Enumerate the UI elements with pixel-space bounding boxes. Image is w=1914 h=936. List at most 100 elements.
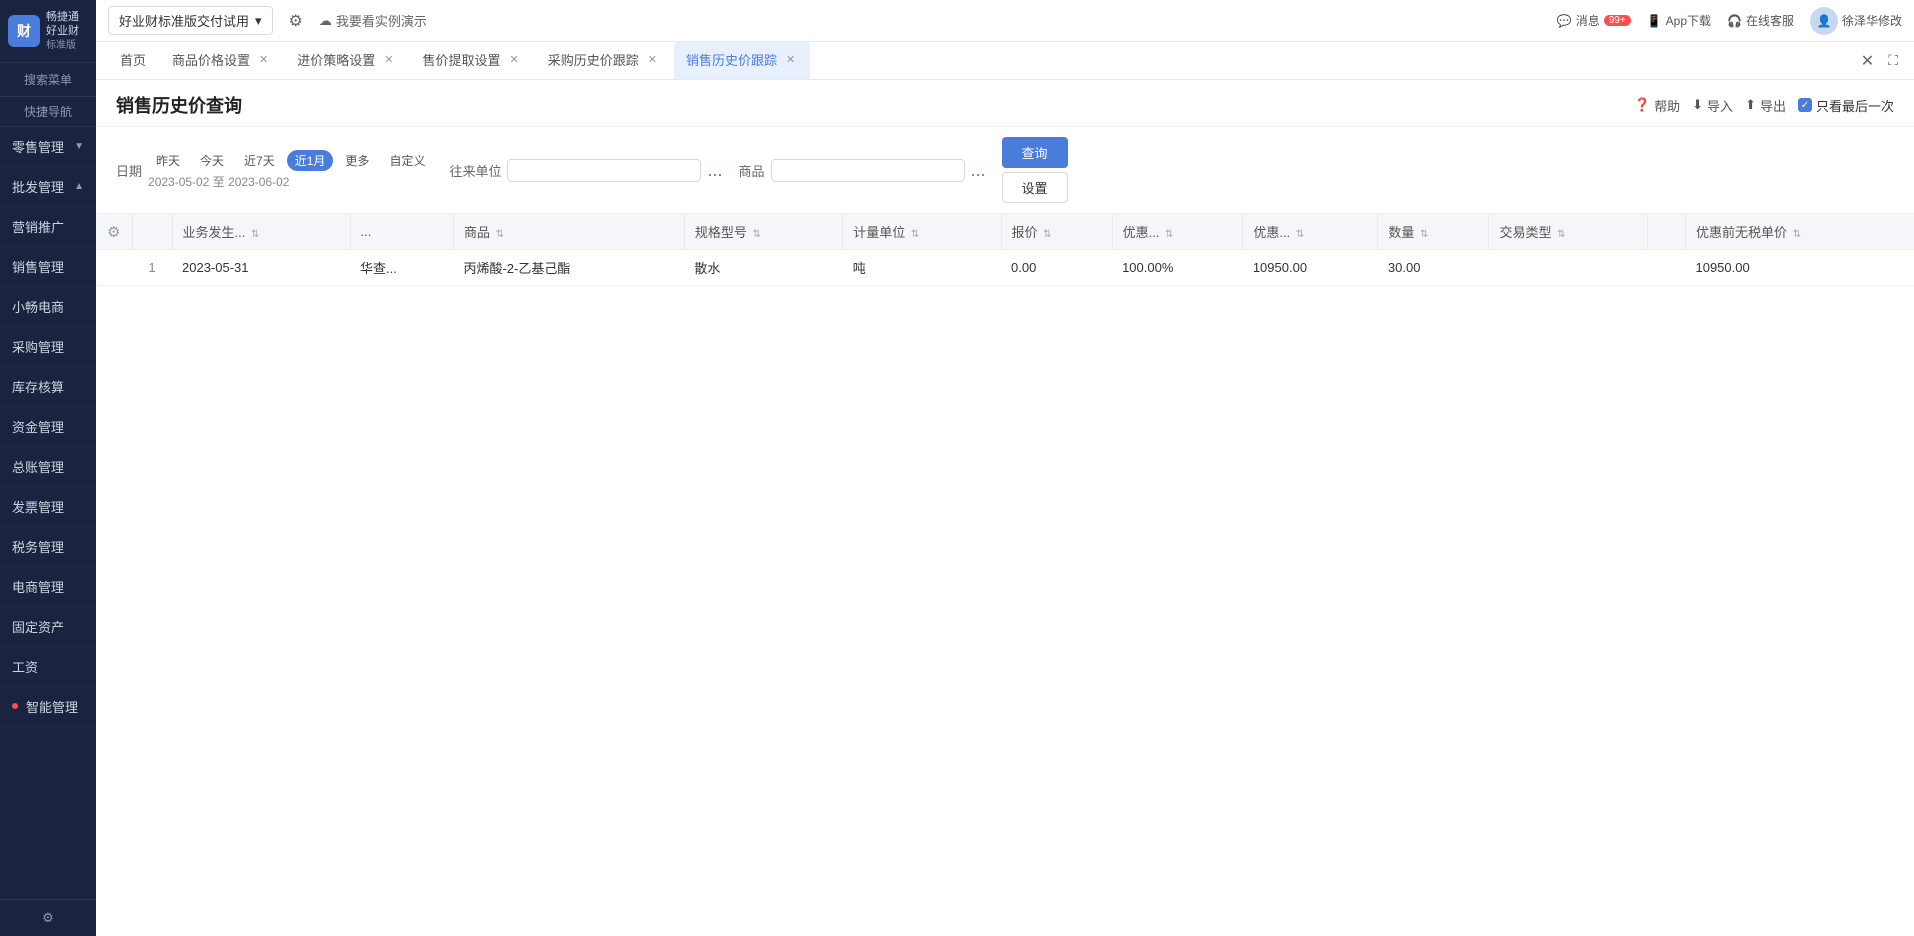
export-button[interactable]: ⬆ 导出 [1745, 96, 1786, 115]
col-more: ... [350, 214, 453, 250]
col-spec: 规格型号 ⇅ [684, 214, 842, 250]
sort-icon-product[interactable]: ⇅ [496, 229, 504, 240]
tab-price-settings[interactable]: 商品价格设置 ✕ [160, 42, 283, 80]
sidebar-item-smart[interactable]: 智能管理 [0, 687, 96, 727]
last-only-checkbox-label[interactable]: ✓ 只看最后一次 [1798, 96, 1894, 115]
product-input[interactable] [780, 163, 956, 178]
table-header-row: ⚙ 业务发生... ⇅ ... 商品 ⇅ [96, 214, 1914, 250]
col-gear: ⚙ [96, 214, 132, 250]
sidebar-item-invoice[interactable]: 发票管理 [0, 487, 96, 527]
date-opt-last1m[interactable]: 近1月 [287, 150, 334, 171]
message-button[interactable]: 💬 消息 99+ [1557, 12, 1631, 29]
table-settings-icon[interactable]: ⚙ [107, 224, 120, 241]
customer-more-button[interactable]: ... [707, 161, 722, 179]
product-input-wrap [771, 159, 965, 182]
chevron-up-icon: ▲ [74, 181, 84, 192]
row-product: 丙烯酸-2-乙基己酯 [453, 250, 684, 286]
tab-close-sales-history[interactable]: ✕ [783, 52, 798, 67]
tab-close-purchase-strategy[interactable]: ✕ [381, 52, 396, 67]
sidebar-logo: 财 畅捷通好业财 标准版 [0, 0, 96, 63]
version-selector[interactable]: 好业财标准版交付试用 ▾ [108, 6, 273, 35]
demo-link[interactable]: ☁ 我要看实例演示 [319, 11, 427, 30]
page-header: 销售历史价查询 ❓ 帮助 ⬇ 导入 ⬆ 导出 ✓ 只看最后一次 [96, 80, 1914, 127]
sidebar-item-ecommerce[interactable]: 电商管理 [0, 567, 96, 607]
data-table: ⚙ 业务发生... ⇅ ... 商品 ⇅ [96, 214, 1914, 286]
date-opt-today[interactable]: 今天 [192, 150, 232, 171]
sidebar-item-inventory[interactable]: 库存核算 [0, 367, 96, 407]
product-more-button[interactable]: ... [971, 161, 986, 179]
date-opt-last7[interactable]: 近7天 [236, 150, 283, 171]
row-quantity: 30.00 [1378, 250, 1489, 286]
sidebar-item-payroll[interactable]: 工资 [0, 647, 96, 687]
row-spec: 散水 [684, 250, 842, 286]
message-icon: 💬 [1557, 14, 1572, 28]
tab-close-price-settings[interactable]: ✕ [256, 52, 271, 67]
sort-icon-biz-date[interactable]: ⇅ [251, 229, 259, 240]
product-filter-group: 商品 ... [738, 159, 985, 182]
customer-filter-group: 往来单位 ... [449, 159, 722, 182]
row-gear [96, 250, 132, 286]
sidebar-item-tax[interactable]: 税务管理 [0, 527, 96, 567]
product-filter-label: 商品 [738, 161, 764, 180]
sidebar-item-ecommerce-small[interactable]: 小畅电商 [0, 287, 96, 327]
sort-icon-price[interactable]: ⇅ [1043, 229, 1051, 240]
cloud-icon: ☁ [319, 13, 332, 29]
sidebar: 财 畅捷通好业财 标准版 搜索菜单 快捷导航 零售管理 ▼ 批发管理 ▲ 营销推… [0, 0, 96, 936]
date-filter-group: 日期 昨天 今天 近7天 近1月 更多 自定义 2023-05-02 至 202… [116, 150, 433, 190]
import-button[interactable]: ⬇ 导入 [1692, 96, 1733, 115]
sort-icon-discount2[interactable]: ⇅ [1296, 229, 1304, 240]
sidebar-item-fixed-assets[interactable]: 固定资产 [0, 607, 96, 647]
tabbar: 首页 商品价格设置 ✕ 进价策略设置 ✕ 售价提取设置 ✕ 采购历史价跟踪 ✕ … [96, 42, 1914, 80]
date-opt-yesterday[interactable]: 昨天 [148, 150, 188, 171]
sidebar-item-ledger[interactable]: 总账管理 [0, 447, 96, 487]
row-discount2: 10950.00 [1243, 250, 1378, 286]
sidebar-item-purchase[interactable]: 采购管理 [0, 327, 96, 367]
sidebar-item-wholesale[interactable]: 批发管理 ▲ [0, 167, 96, 207]
table-wrap: ⚙ 业务发生... ⇅ ... 商品 ⇅ [96, 214, 1914, 936]
sidebar-settings-button[interactable]: ⚙ [0, 899, 96, 936]
panel-close-button[interactable]: ✕ [1857, 49, 1878, 73]
sidebar-item-marketing[interactable]: 营销推广 [0, 207, 96, 247]
tab-home[interactable]: 首页 [108, 42, 158, 80]
date-range-text: 2023-05-02 至 2023-06-02 [148, 173, 433, 190]
tab-sales-history[interactable]: 销售历史价跟踪 ✕ [674, 42, 810, 80]
sidebar-item-retail[interactable]: 零售管理 ▼ [0, 127, 96, 167]
sidebar-item-finance[interactable]: 资金管理 [0, 407, 96, 447]
app-download-button[interactable]: 📱 App下载 [1647, 12, 1711, 29]
topbar: 好业财标准版交付试用 ▾ ⚙ ☁ 我要看实例演示 💬 消息 99+ 📱 App下… [96, 0, 1914, 42]
sidebar-item-sales[interactable]: 销售管理 [0, 247, 96, 287]
customer-input[interactable] [516, 163, 692, 178]
online-service-button[interactable]: 🎧 在线客服 [1727, 12, 1794, 29]
topbar-right: 💬 消息 99+ 📱 App下载 🎧 在线客服 👤 徐泽华修改 [1557, 7, 1902, 35]
sort-icon-quantity[interactable]: ⇅ [1420, 229, 1428, 240]
last-only-checkbox[interactable]: ✓ [1798, 98, 1812, 112]
topbar-settings-icon[interactable]: ⚙ [285, 7, 307, 35]
date-opt-more[interactable]: 更多 [337, 150, 377, 171]
panel-expand-button[interactable]: ⛶ [1884, 50, 1902, 71]
sort-icon-trade-type[interactable]: ⇅ [1557, 229, 1565, 240]
query-button[interactable]: 查询 [1002, 137, 1068, 168]
tab-close-sale-price[interactable]: ✕ [507, 52, 522, 67]
row-price: 0.00 [1001, 250, 1112, 286]
sort-icon-discount1[interactable]: ⇅ [1165, 229, 1173, 240]
table-row: 1 2023-05-31 华查... 丙烯酸-2-乙基己酯 散水 吨 0.00 … [96, 250, 1914, 286]
tab-close-purchase-history[interactable]: ✕ [645, 52, 660, 67]
filter-settings-button[interactable]: 设置 [1002, 172, 1068, 203]
sort-icon-spec[interactable]: ⇅ [752, 229, 760, 240]
sort-icon-pre-tax-price[interactable]: ⇅ [1793, 229, 1801, 240]
col-price: 报价 ⇅ [1001, 214, 1112, 250]
row-business: 华查... [350, 250, 453, 286]
sort-icon-unit[interactable]: ⇅ [911, 229, 919, 240]
tab-purchase-history[interactable]: 采购历史价跟踪 ✕ [536, 42, 672, 80]
sidebar-search[interactable]: 搜索菜单 [0, 63, 96, 97]
tab-purchase-strategy[interactable]: 进价策略设置 ✕ [285, 42, 408, 80]
tab-panel-actions: ✕ ⛶ [1857, 49, 1902, 73]
user-profile-button[interactable]: 👤 徐泽华修改 [1810, 7, 1902, 35]
date-opt-custom[interactable]: 自定义 [381, 150, 433, 171]
col-biz-date: 业务发生... ⇅ [172, 214, 350, 250]
filter-bar: 日期 昨天 今天 近7天 近1月 更多 自定义 2023-05-02 至 202… [96, 127, 1914, 214]
row-spacer [1647, 250, 1685, 286]
sidebar-quick-nav[interactable]: 快捷导航 [0, 97, 96, 127]
tab-sale-price[interactable]: 售价提取设置 ✕ [410, 42, 533, 80]
help-button[interactable]: ❓ 帮助 [1634, 96, 1680, 115]
